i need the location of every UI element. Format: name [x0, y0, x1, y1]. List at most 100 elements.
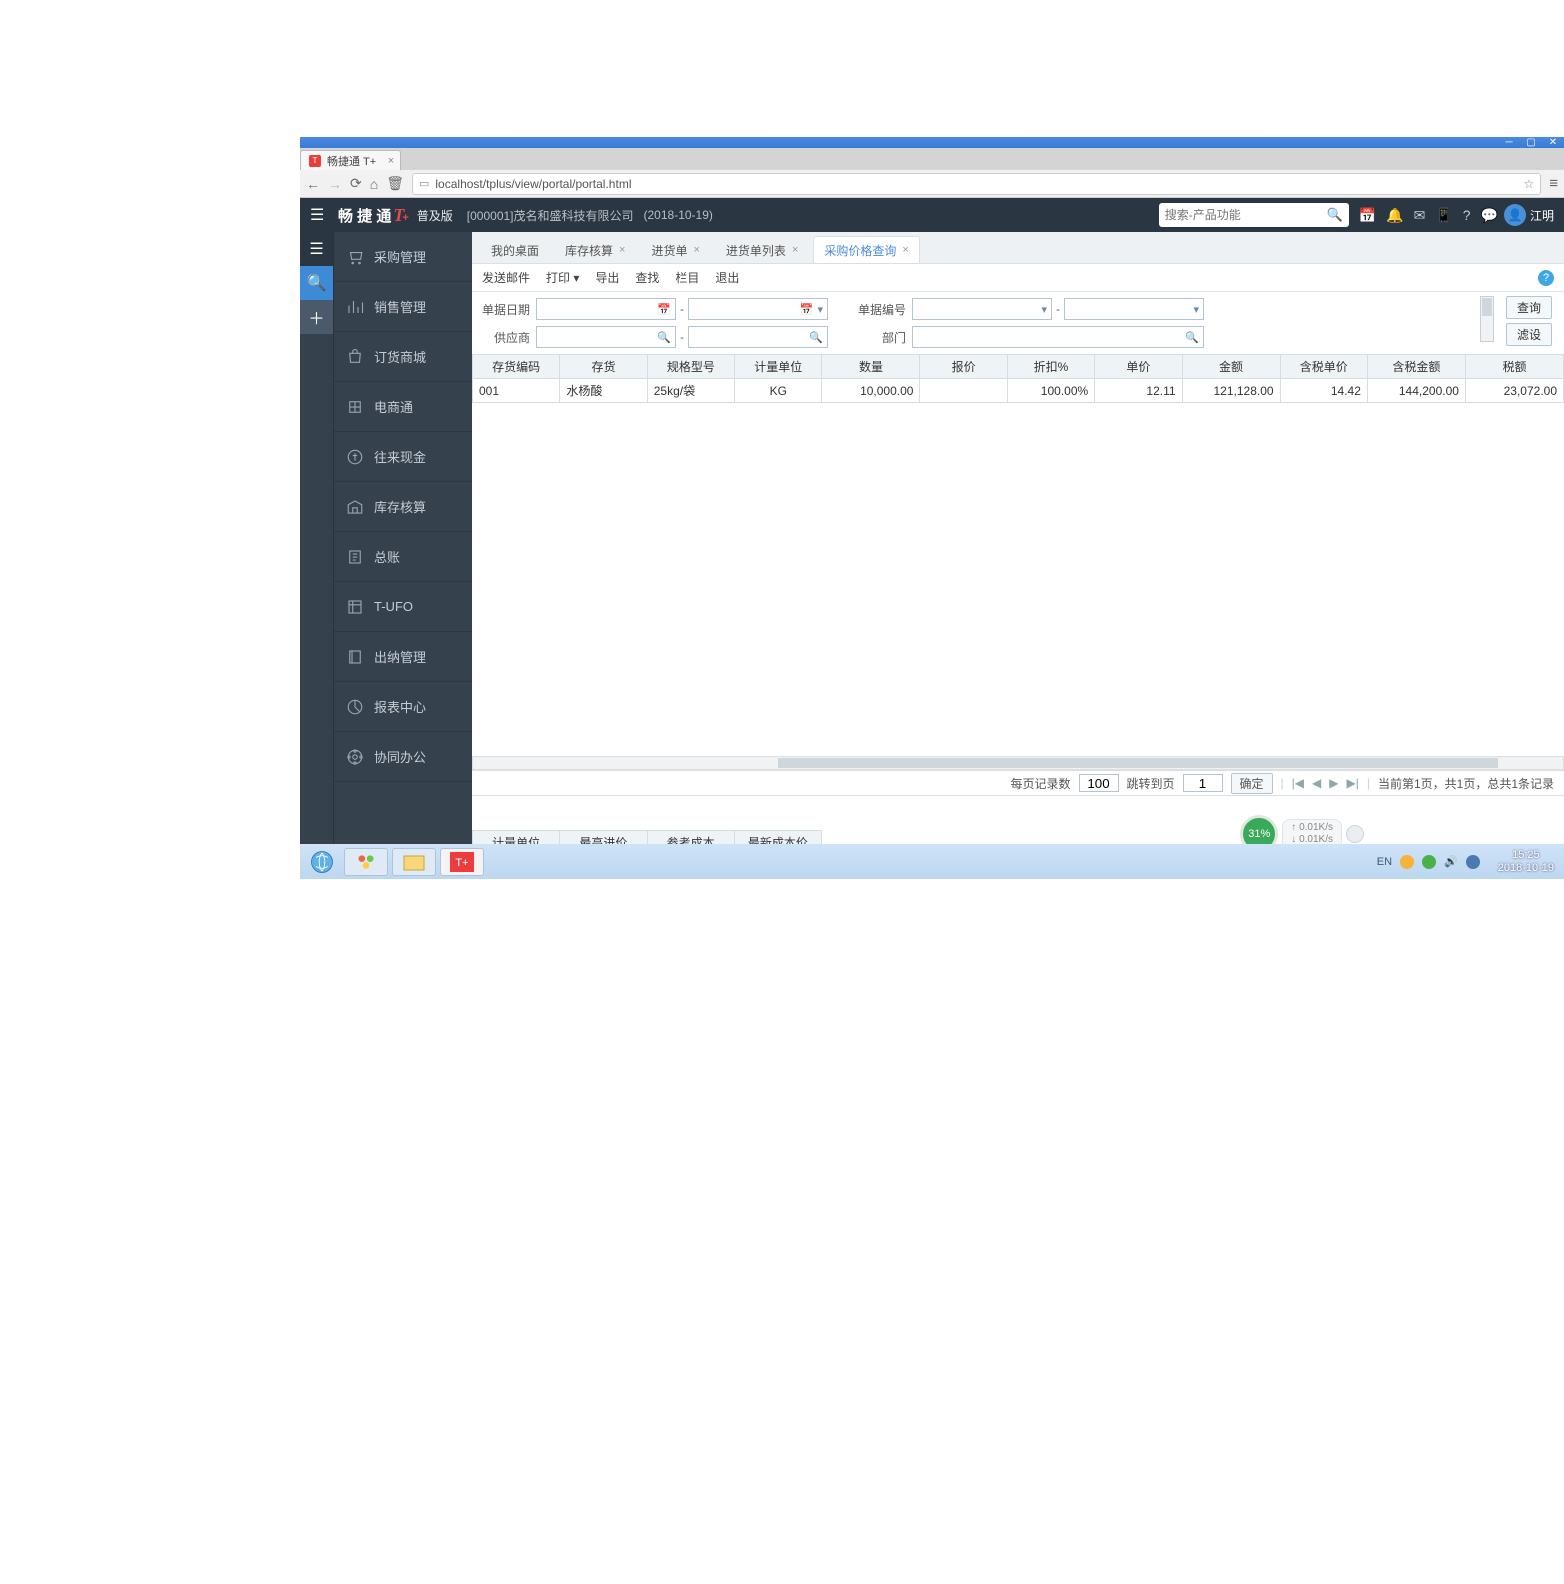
nav-home-button[interactable]: ⌂ — [370, 176, 378, 192]
taskbar-item[interactable] — [344, 848, 388, 876]
col-unit[interactable]: 计量单位 — [735, 355, 822, 379]
date-to-input[interactable]: 📅▾ — [688, 298, 828, 320]
col-taxamount[interactable]: 含税金额 — [1367, 355, 1465, 379]
pager-last-button[interactable]: ▶| — [1346, 776, 1358, 790]
grid-hscrollbar[interactable] — [472, 756, 1564, 770]
add-button[interactable]: ＋ — [300, 300, 333, 334]
nav-back-button[interactable]: ← — [306, 176, 320, 192]
menu-toggle-button[interactable]: ☰ — [310, 205, 330, 225]
supplier-from-input[interactable]: 🔍 — [536, 326, 676, 348]
jump-input[interactable] — [1183, 774, 1223, 792]
tab-purchase-price-query[interactable]: 采购价格查询× — [813, 236, 919, 263]
tab-close-icon[interactable]: × — [693, 244, 699, 256]
nav-delete-button[interactable]: 🗑 — [386, 175, 404, 192]
tab-close-icon[interactable]: × — [792, 244, 798, 256]
docno-to-input[interactable]: ▾ — [1064, 298, 1204, 320]
table-row[interactable]: 001 水杨酸 25kg/袋 KG 10,000.00 100.00% 12.1… — [473, 379, 1564, 403]
sidebar-item-cash[interactable]: 往来现金 — [334, 432, 472, 482]
filter-settings-button[interactable]: 滤设 — [1506, 323, 1552, 346]
sidebar-item-reports[interactable]: 报表中心 — [334, 682, 472, 732]
sidebar-item-label: 订货商城 — [374, 347, 426, 366]
taskbar-item-explorer[interactable] — [392, 848, 436, 876]
col-quote[interactable]: 报价 — [920, 355, 1007, 379]
calendar-icon[interactable]: 📅 — [1359, 207, 1376, 224]
range-dash: - — [1052, 302, 1064, 316]
filter-scrollbar[interactable] — [1480, 296, 1494, 342]
tab-close-icon[interactable]: × — [619, 244, 625, 256]
help-bubble-icon[interactable]: ? — [1538, 270, 1554, 286]
window-minimize-button[interactable]: ─ — [1502, 137, 1516, 148]
col-amount[interactable]: 金额 — [1182, 355, 1280, 379]
start-button[interactable] — [304, 847, 340, 877]
sidebar-item-cashier[interactable]: 出纳管理 — [334, 632, 472, 682]
header-icons: 📅 🔔 ✉ 📱 ? 💬 — [1359, 207, 1498, 224]
ime-indicator[interactable]: EN — [1377, 856, 1392, 868]
tray-volume-icon[interactable]: 🔊 — [1444, 855, 1458, 868]
taskbar-item-tplus[interactable]: T+ — [440, 848, 484, 876]
tab-close-icon[interactable]: × — [902, 244, 908, 256]
sidebar-item-ledger[interactable]: 总账 — [334, 532, 472, 582]
window-close-button[interactable]: ✕ — [1546, 137, 1560, 148]
mail-icon[interactable]: ✉ — [1414, 207, 1426, 224]
help-icon[interactable]: ? — [1463, 207, 1471, 223]
col-price[interactable]: 单价 — [1095, 355, 1182, 379]
send-mail-button[interactable]: 发送邮件 — [482, 269, 530, 286]
avatar[interactable]: 👤 — [1504, 204, 1526, 226]
pager-first-button[interactable]: |◀ — [1292, 776, 1304, 790]
export-button[interactable]: 导出 — [595, 269, 619, 286]
bookmark-star-icon[interactable]: ☆ — [1523, 177, 1534, 191]
sidebar-item-ecommerce[interactable]: 电商通 — [334, 382, 472, 432]
chat-icon[interactable]: 💬 — [1481, 207, 1498, 224]
pager-prev-button[interactable]: ◀ — [1312, 776, 1321, 790]
tab-inventory-calc[interactable]: 库存核算× — [554, 236, 636, 263]
mobile-icon[interactable]: 📱 — [1435, 207, 1452, 224]
speed-bubble-icon[interactable] — [1346, 825, 1364, 843]
sidebar-item-collab[interactable]: 协同办公 — [334, 732, 472, 782]
address-bar[interactable]: ▭ localhost/tplus/view/portal/portal.htm… — [412, 173, 1541, 195]
per-page-input[interactable] — [1079, 774, 1119, 792]
find-button[interactable]: 查找 — [635, 269, 659, 286]
tray-security-icon[interactable] — [1422, 855, 1436, 869]
col-code[interactable]: 存货编码 — [473, 355, 560, 379]
tab-purchase-list[interactable]: 进货单列表× — [715, 236, 809, 263]
sidebar-item-tufo[interactable]: T-UFO — [334, 582, 472, 632]
sidebar-item-inventory[interactable]: 库存核算 — [334, 482, 472, 532]
pager-ok-button[interactable]: 确定 — [1231, 773, 1273, 794]
global-search[interactable]: 🔍 — [1159, 203, 1349, 227]
search-input[interactable] — [1165, 208, 1327, 222]
docno-from-input[interactable]: ▾ — [912, 298, 1052, 320]
browser-tab[interactable]: T 畅捷通 T+ × — [300, 150, 401, 170]
col-discount[interactable]: 折扣% — [1007, 355, 1094, 379]
sidebar-item-sales[interactable]: 销售管理 — [334, 282, 472, 332]
browser-menu-button[interactable]: ≡ — [1549, 175, 1558, 192]
quick-search-button[interactable]: 🔍 — [300, 266, 333, 300]
print-button[interactable]: 打印 ▾ — [546, 269, 579, 286]
columns-button[interactable]: 栏目 — [675, 269, 699, 286]
search-icon[interactable]: 🔍 — [1327, 207, 1343, 223]
nav-reload-button[interactable]: ⟳ — [350, 175, 362, 192]
query-button[interactable]: 查询 — [1506, 296, 1552, 319]
bell-icon[interactable]: 🔔 — [1386, 207, 1403, 224]
col-taxprice[interactable]: 含税单价 — [1280, 355, 1367, 379]
window-restore-button[interactable]: ▢ — [1524, 137, 1538, 148]
col-tax[interactable]: 税额 — [1465, 355, 1563, 379]
nav-forward-button[interactable]: → — [328, 176, 342, 192]
tab-desktop[interactable]: 我的桌面 — [480, 236, 550, 263]
dept-input[interactable]: 🔍 — [912, 326, 1204, 348]
exit-button[interactable]: 退出 — [715, 269, 739, 286]
toggle-nav-button[interactable]: ☰ — [300, 232, 333, 266]
supplier-to-input[interactable]: 🔍 — [688, 326, 828, 348]
username-label[interactable]: 江明 — [1530, 207, 1554, 224]
tab-close-icon[interactable]: × — [388, 155, 394, 167]
pager-next-button[interactable]: ▶ — [1329, 776, 1338, 790]
col-qty[interactable]: 数量 — [822, 355, 920, 379]
col-inventory[interactable]: 存货 — [560, 355, 647, 379]
sidebar-item-ordermall[interactable]: 订货商城 — [334, 332, 472, 382]
taskbar-clock[interactable]: 15:25 2018-10-19 — [1498, 849, 1554, 875]
tab-purchase-order[interactable]: 进货单× — [640, 236, 710, 263]
col-spec[interactable]: 规格型号 — [647, 355, 734, 379]
date-from-input[interactable]: 📅 — [536, 298, 676, 320]
tray-network-icon[interactable] — [1466, 855, 1480, 869]
sidebar-item-purchase[interactable]: 采购管理 — [334, 232, 472, 282]
tray-shield-icon[interactable] — [1400, 855, 1414, 869]
